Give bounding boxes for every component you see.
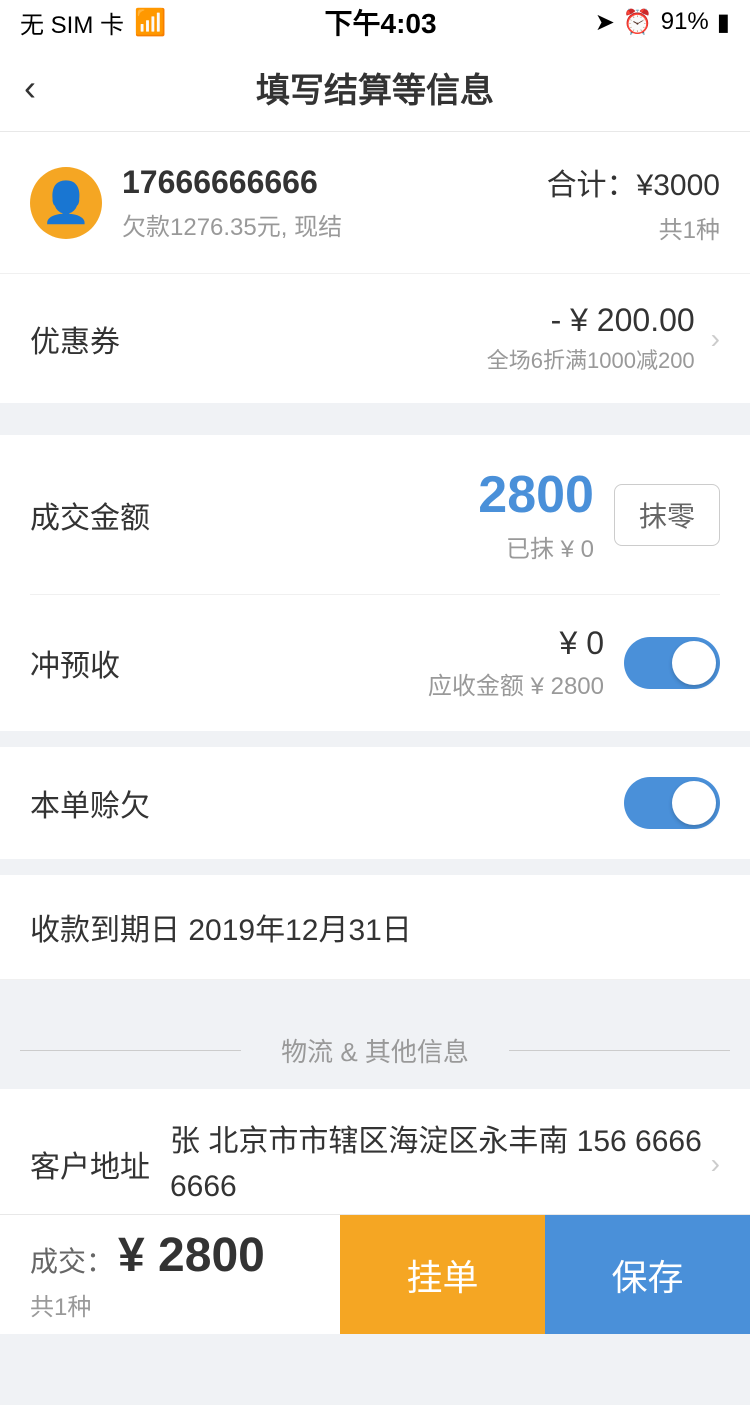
avatar-icon: 👤 (41, 179, 91, 226)
customer-phone: 17666666666 (122, 164, 342, 201)
deal-sub: 已抹 ¥ 0 (478, 529, 594, 564)
deal-amount-row: 成交金额 2800 已抹 ¥ 0 抹零 (30, 435, 720, 595)
coupon-row[interactable]: 优惠券 - ¥ 200.00 全场6折满1000减200 › (0, 273, 750, 403)
deal-right: 2800 已抹 ¥ 0 抹零 (478, 465, 720, 564)
customer-right: 合计：¥3000 共1种 (547, 160, 720, 245)
prepay-value-group: ¥ 0 应收金额 ¥ 2800 (428, 625, 604, 701)
separator-2 (0, 731, 750, 747)
divider-line-left (20, 1050, 241, 1051)
alarm-icon: ⏰ (623, 8, 653, 37)
divider-line-right (509, 1050, 730, 1051)
wifi-icon: 📶 (134, 7, 166, 38)
bottom-bar: 成交： ¥ 2800 共1种 挂单 保存 (0, 1214, 750, 1334)
nav-bar: ‹ 填写结算等信息 (0, 44, 750, 132)
prepay-row: 冲预收 ¥ 0 应收金额 ¥ 2800 (30, 595, 720, 731)
debit-toggle[interactable] (624, 777, 720, 829)
status-bar: 无 SIM 卡 📶 下午4:03 ➤ ⏰ 91% ▮ (0, 0, 750, 44)
prepay-label: 冲预收 (30, 641, 120, 685)
chevron-right-icon: › (711, 323, 720, 355)
debit-section: 本单赊欠 (0, 747, 750, 859)
deal-amount: 2800 (478, 465, 594, 525)
separator-1 (0, 419, 750, 435)
bottom-deal-label: 成交： (30, 1240, 114, 1280)
sim-status: 无 SIM 卡 (20, 5, 124, 40)
prepay-right: ¥ 0 应收金额 ¥ 2800 (428, 625, 720, 701)
debit-label: 本单赊欠 (30, 781, 150, 825)
bottom-count: 共1种 (30, 1287, 310, 1322)
coupon-value: - ¥ 200.00 全场6折满1000减200 (487, 302, 695, 375)
prepay-amount: ¥ 0 (428, 625, 604, 662)
status-time: 下午4:03 (325, 2, 437, 42)
round-button[interactable]: 抹零 (614, 484, 720, 546)
amount-section: 成交金额 2800 已抹 ¥ 0 抹零 冲预收 ¥ 0 应收金额 ¥ 2800 (0, 435, 750, 731)
coupon-amount: - ¥ 200.00 (487, 302, 695, 339)
location-icon: ➤ (595, 8, 615, 37)
customer-section: 👤 17666666666 欠款1276.35元, 现结 合计：¥3000 共1… (0, 132, 750, 403)
coupon-label: 优惠券 (30, 317, 120, 361)
coupon-desc: 全场6折满1000减200 (487, 343, 695, 375)
logistics-divider: 物流 & 其他信息 (0, 1012, 750, 1089)
deal-value-group: 2800 已抹 ¥ 0 (478, 465, 594, 564)
status-right: ➤ ⏰ 91% ▮ (595, 8, 730, 37)
save-button[interactable]: 保存 (545, 1215, 750, 1334)
customer-row: 👤 17666666666 欠款1276.35元, 现结 合计：¥3000 共1… (0, 132, 750, 273)
bottom-amount: ¥ 2800 (118, 1228, 265, 1283)
logistics-label: 物流 & 其他信息 (281, 1032, 469, 1069)
customer-info: 17666666666 欠款1276.35元, 现结 (122, 164, 342, 242)
total-amount: 合计：¥3000 (547, 160, 720, 204)
duedate-section: 收款到期日 2019年12月31日 (0, 875, 750, 980)
customer-left: 👤 17666666666 欠款1276.35元, 现结 (30, 164, 342, 242)
prepay-toggle[interactable] (624, 637, 720, 689)
customer-sub: 欠款1276.35元, 现结 (122, 207, 342, 242)
prepay-sub: 应收金额 ¥ 2800 (428, 666, 604, 701)
avatar: 👤 (30, 167, 102, 239)
separator-3 (0, 996, 750, 1012)
battery-level: 91% (661, 8, 709, 36)
hold-button[interactable]: 挂单 (340, 1215, 545, 1334)
status-left: 无 SIM 卡 📶 (20, 5, 166, 40)
page-title: 填写结算等信息 (256, 63, 494, 112)
address-chevron-icon: › (711, 1148, 720, 1180)
coupon-right: - ¥ 200.00 全场6折满1000减200 › (487, 302, 720, 375)
duedate-text: 收款到期日 2019年12月31日 (30, 905, 720, 949)
address-value: 张 北京市市辖区海淀区永丰南 156 6666 6666 (170, 1119, 711, 1209)
bottom-summary: 成交： ¥ 2800 共1种 (0, 1228, 340, 1322)
battery-icon: ▮ (717, 8, 730, 37)
back-button[interactable]: ‹ (24, 67, 36, 109)
deal-label: 成交金额 (30, 493, 150, 537)
total-count: 共1种 (547, 210, 720, 245)
address-label: 客户地址 (30, 1142, 150, 1186)
